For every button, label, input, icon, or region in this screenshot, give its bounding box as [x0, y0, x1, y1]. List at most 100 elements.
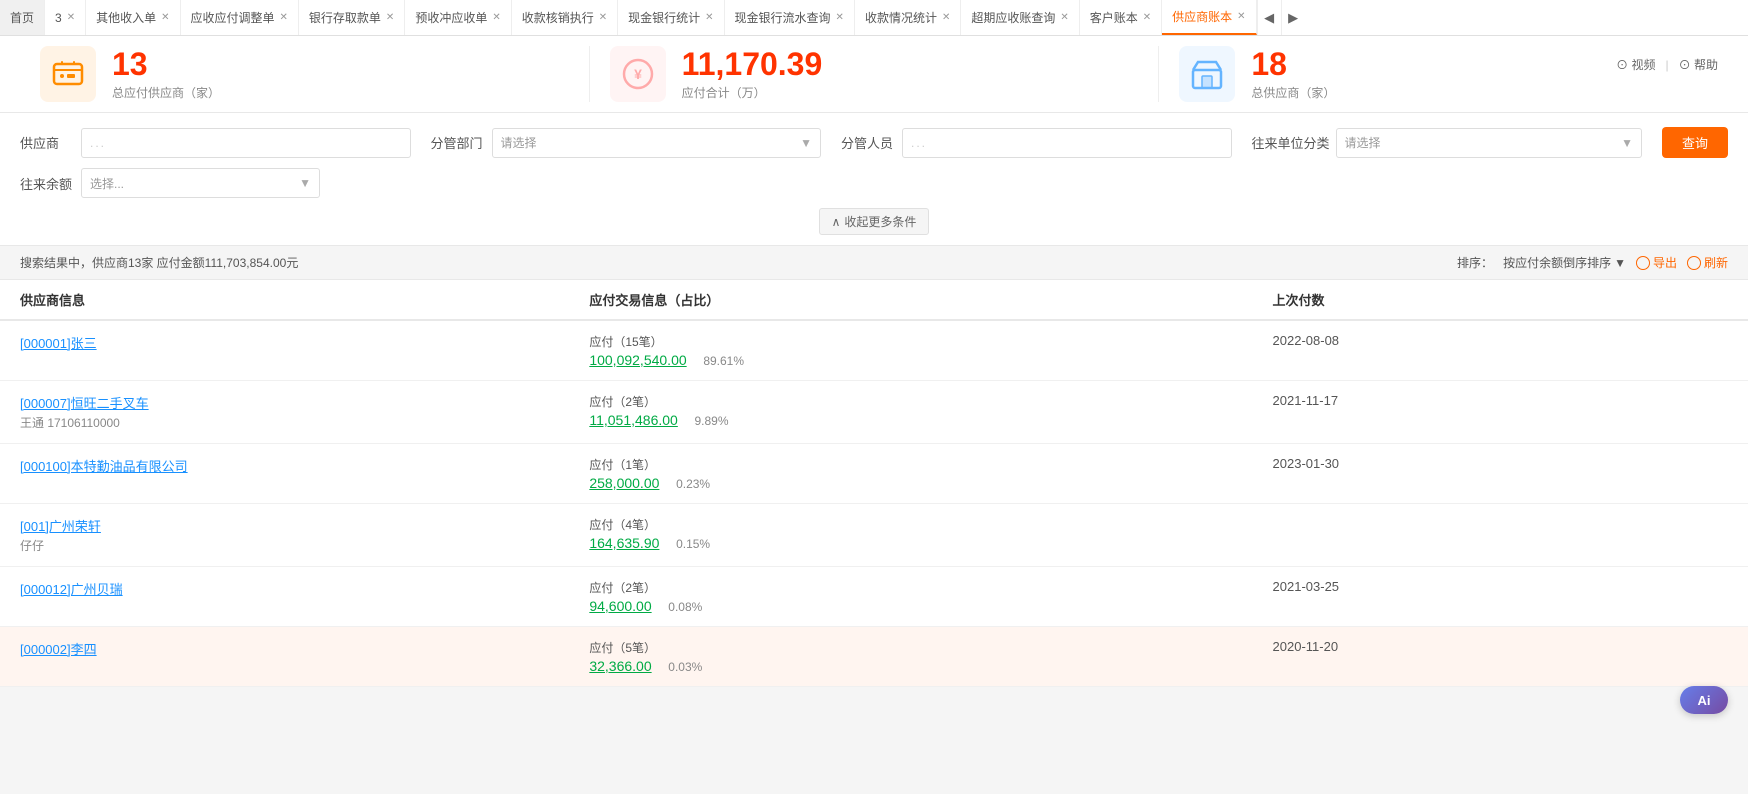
last-pay-date: 2021-03-25 — [1273, 579, 1340, 594]
trans-pct: 89.61% — [697, 354, 744, 368]
close-cash-flow[interactable]: ✕ — [836, 12, 844, 23]
sort-button[interactable]: 按应付余额倒序排序 ▼ — [1503, 254, 1626, 271]
trans-amount[interactable]: 94,600.00 — [589, 598, 651, 614]
trans-amount[interactable]: 164,635.90 — [589, 535, 659, 551]
last-pay-date: 2022-08-08 — [1273, 333, 1340, 348]
supplier-dots: ... — [90, 136, 106, 150]
trans-label: 应付（5笔） — [589, 639, 1272, 656]
col-header-transaction: 应付交易信息（占比） — [589, 290, 1272, 309]
nav-item-ar-ap-adjust[interactable]: 应收应付调整单 ✕ — [181, 0, 299, 35]
table-row: [000007]恒旺二手叉车 王通 17106110000 应付（2笔） 11,… — [0, 381, 1748, 444]
close-cash-bank-stat[interactable]: ✕ — [705, 12, 713, 23]
trans-label: 应付（15笔） — [589, 333, 1272, 350]
stat-content-payable: 11,170.39 应付合计（万） — [682, 48, 823, 101]
dept-select[interactable]: 请选择 ▼ — [492, 128, 822, 158]
last-pay-date: 2023-01-30 — [1273, 456, 1340, 471]
trans-amount[interactable]: 32,366.00 — [589, 658, 651, 674]
trans-pct: 0.15% — [669, 537, 710, 551]
sort-option-label: 按应付余额倒序排序 — [1503, 254, 1611, 271]
result-bar: 搜索结果中，供应商13家 应付金额111,703,854.00元 排序： 按应付… — [0, 246, 1748, 280]
nav-label-cash-bank-stat: 现金银行统计 — [628, 9, 700, 26]
close-ar-ap-adjust[interactable]: ✕ — [280, 12, 288, 23]
close-receipt-stat[interactable]: ✕ — [942, 12, 950, 23]
refresh-button[interactable]: 刷新 — [1687, 254, 1728, 271]
supplier-name-link[interactable]: [000007]恒旺二手叉车 — [20, 393, 589, 412]
nav-item-customer-ledger[interactable]: 客户账本 ✕ — [1080, 0, 1162, 35]
collapse-button[interactable]: ∧ 收起更多条件 — [819, 208, 930, 235]
nav-label-tab3: 3 — [55, 11, 62, 25]
category-select[interactable]: 请选择 ▼ — [1336, 128, 1642, 158]
table-row: [000100]本特勤油品有限公司 应付（1笔） 258,000.00 0.23… — [0, 444, 1748, 504]
nav-item-payment-verify[interactable]: 收款核销执行 ✕ — [512, 0, 618, 35]
stat-block-suppliers: 13 总应付供应商（家） — [20, 46, 590, 102]
nav-label-other-income: 其他收入单 — [96, 9, 156, 26]
supplier-sub-info: 王通 17106110000 — [20, 414, 589, 431]
close-tab3[interactable]: ✕ — [67, 12, 75, 23]
store-icon — [1179, 46, 1235, 102]
export-button[interactable]: 导出 — [1636, 254, 1677, 271]
trans-pct: 9.89% — [688, 414, 729, 428]
trans-amount[interactable]: 11,051,486.00 — [589, 412, 678, 428]
trans-row: 94,600.00 0.08% — [589, 596, 1272, 614]
sort-label: 排序： — [1457, 254, 1493, 271]
close-other-income[interactable]: ✕ — [161, 12, 169, 23]
nav-next[interactable]: ▶ — [1281, 0, 1305, 35]
close-customer-ledger[interactable]: ✕ — [1143, 12, 1151, 23]
sort-chevron: ▼ — [1614, 256, 1626, 270]
nav-item-other-income[interactable]: 其他收入单 ✕ — [86, 0, 180, 35]
supplier-sub-info: 仔仔 — [20, 537, 589, 554]
close-payment-verify[interactable]: ✕ — [599, 12, 607, 23]
trans-label: 应付（1笔） — [589, 456, 1272, 473]
nav-bar: 首页 3 ✕ 其他收入单 ✕ 应收应付调整单 ✕ 银行存取款单 ✕ 预收冲应收单… — [0, 0, 1748, 36]
person-input[interactable]: ... — [902, 128, 1232, 158]
trans-pct: 0.23% — [669, 477, 710, 491]
supplier-name-link[interactable]: [000001]张三 — [20, 333, 589, 352]
nav-prev[interactable]: ◀ — [1257, 0, 1281, 35]
nav-item-supplier-ledger[interactable]: 供应商账本 ✕ — [1162, 0, 1256, 35]
supplier-input[interactable]: ... — [81, 128, 411, 158]
balance-select[interactable]: 选择... ▼ — [81, 168, 320, 198]
close-bank-deposit[interactable]: ✕ — [386, 12, 394, 23]
lastpay-cell: 2021-11-17 — [1273, 393, 1728, 408]
supplier-filter-label: 供应商 — [20, 133, 75, 152]
svg-text:¥: ¥ — [634, 66, 642, 82]
nav-item-cash-flow[interactable]: 现金银行流水查询 ✕ — [725, 0, 855, 35]
video-link[interactable]: ⊙ 视频 — [1616, 56, 1655, 73]
trans-amount[interactable]: 258,000.00 — [589, 475, 659, 491]
table-row: [000002]李四 应付（5笔） 32,366.00 0.03% 2020-1… — [0, 627, 1748, 687]
help-link[interactable]: ⊙ 帮助 — [1679, 56, 1718, 73]
nav-item-tab3[interactable]: 3 ✕ — [45, 0, 86, 35]
supplier-name-link[interactable]: [000100]本特勤油品有限公司 — [20, 456, 589, 475]
nav-item-prepay-ar[interactable]: 预收冲应收单 ✕ — [405, 0, 511, 35]
nav-item-receipt-stat[interactable]: 收款情况统计 ✕ — [855, 0, 961, 35]
supplier-name-link[interactable]: [000002]李四 — [20, 639, 589, 658]
supplier-cell: [000002]李四 — [20, 639, 589, 658]
export-label: 导出 — [1653, 254, 1677, 271]
table-body: [000001]张三 应付（15笔） 100,092,540.00 89.61%… — [0, 321, 1748, 687]
nav-label-customer-ledger: 客户账本 — [1090, 9, 1138, 26]
stat-block-total: 18 总供应商（家） ⊙ 视频 | ⊙ 帮助 — [1159, 46, 1728, 102]
nav-item-overdue-ar[interactable]: 超期应收账查询 ✕ — [961, 0, 1079, 35]
trans-pct: 0.08% — [662, 600, 703, 614]
trans-pct: 0.03% — [662, 660, 703, 674]
trans-label: 应付（2笔） — [589, 579, 1272, 596]
nav-label-payment-verify: 收款核销执行 — [522, 9, 594, 26]
nav-item-home[interactable]: 首页 — [0, 0, 45, 35]
close-supplier-ledger[interactable]: ✕ — [1237, 11, 1245, 22]
filter-row-1: 供应商 ... 分管部门 请选择 ▼ 分管人员 ... 往来单位分类 请选择 ▼ — [20, 127, 1728, 158]
nav-item-bank-deposit[interactable]: 银行存取款单 ✕ — [299, 0, 405, 35]
close-overdue-ar[interactable]: ✕ — [1060, 12, 1068, 23]
supplier-name-link[interactable]: [001]广州荣轩 — [20, 516, 589, 535]
table-row: [001]广州荣轩 仔仔 应付（4笔） 164,635.90 0.15% — [0, 504, 1748, 567]
supplier-name-link[interactable]: [000012]广州贝瑞 — [20, 579, 589, 598]
nav-item-cash-bank-stat[interactable]: 现金银行统计 ✕ — [618, 0, 724, 35]
action-buttons: 导出 刷新 — [1636, 254, 1728, 271]
ai-badge[interactable]: Ai — [1680, 686, 1728, 714]
close-prepay-ar[interactable]: ✕ — [492, 12, 500, 23]
transaction-cell: 应付（2笔） 11,051,486.00 9.89% — [589, 393, 1272, 428]
trans-amount[interactable]: 100,092,540.00 — [589, 352, 686, 368]
search-button[interactable]: 查询 — [1662, 127, 1728, 158]
stat-block-payable: ¥ 11,170.39 应付合计（万） — [590, 46, 1160, 102]
category-chevron: ▼ — [1621, 136, 1633, 150]
nav-label-bank-deposit: 银行存取款单 — [309, 9, 381, 26]
